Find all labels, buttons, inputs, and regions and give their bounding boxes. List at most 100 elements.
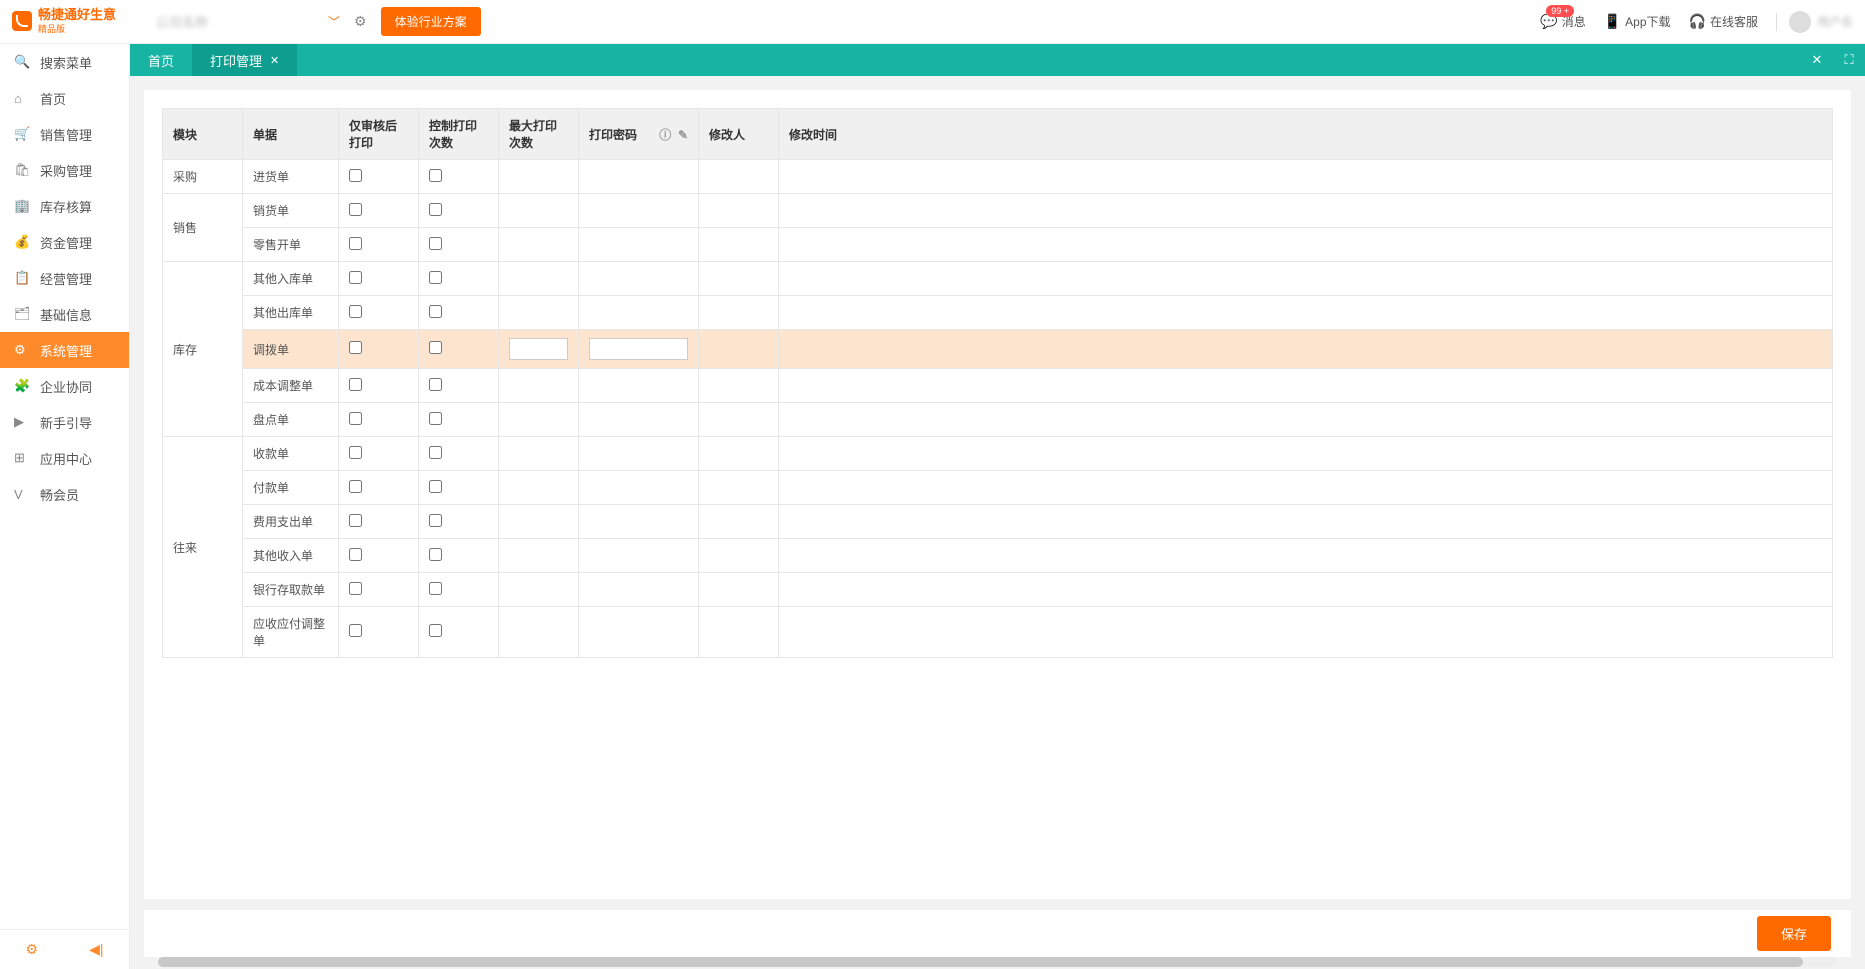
control-count-checkbox[interactable] [429,582,442,595]
avatar[interactable] [1789,11,1811,33]
audit-print-checkbox[interactable] [349,548,362,561]
control-count-checkbox[interactable] [429,624,442,637]
max-count-input[interactable] [509,338,568,360]
cell-password [579,160,699,194]
cell-control-count [419,330,499,369]
nav-collab[interactable]: 🧩 企业协同 [0,368,129,404]
cell-modify-time [779,160,1833,194]
audit-print-checkbox[interactable] [349,514,362,527]
nav-sales[interactable]: 🛒销售管理 [0,116,129,152]
nav-purchase-icon: 🛍 [14,162,30,178]
audit-print-checkbox[interactable] [349,412,362,425]
nav-baseinfo-icon: 🗂 [14,306,30,322]
audit-print-checkbox[interactable] [349,237,362,250]
cell-max-count [499,296,579,330]
print-settings-table: 模块 单据 仅审核后打印 控制打印次数 最大打印次数 打印密码 ⓘ ✎ [162,108,1833,658]
help-icon[interactable]: ⓘ [659,128,671,142]
app-header: 畅捷通好生意 精品版 公司名称 ﹀ ⚙ 体验行业方案 99 + 💬 消息 📱 A… [0,0,1865,44]
cell-doc: 付款单 [243,471,339,505]
control-count-checkbox[interactable] [429,514,442,527]
nav-sales-label: 销售管理 [40,125,92,144]
cell-doc: 进货单 [243,160,339,194]
cell-audit-print [339,228,419,262]
nav-vip-label: 畅会员 [40,485,79,504]
audit-print-checkbox[interactable] [349,341,362,354]
cell-doc: 零售开单 [243,228,339,262]
nav-baseinfo[interactable]: 🗂基础信息 [0,296,129,332]
collapse-icon[interactable]: ◀| [89,941,103,958]
audit-print-checkbox[interactable] [349,305,362,318]
gear-icon[interactable]: ⚙ [354,13,367,30]
control-count-checkbox[interactable] [429,271,442,284]
cell-modify-time [779,403,1833,437]
cell-max-count [499,539,579,573]
control-count-checkbox[interactable] [429,305,442,318]
cell-max-count [499,403,579,437]
phone-icon: 📱 [1604,13,1621,30]
control-count-checkbox[interactable] [429,169,442,182]
audit-print-checkbox[interactable] [349,480,362,493]
cell-doc: 销货单 [243,194,339,228]
settings-icon[interactable]: ⚙ [26,941,39,958]
cell-max-count [499,573,579,607]
save-button[interactable]: 保存 [1757,916,1831,951]
nav-home[interactable]: ⌂首页 [0,80,129,116]
nav-collab-icon: 🧩 [14,378,30,394]
audit-print-checkbox[interactable] [349,203,362,216]
nav-apps-icon: ⊞ [14,450,30,466]
nav-guide[interactable]: ▶新手引导 [0,404,129,440]
edit-icon[interactable]: ✎ [678,128,688,142]
audit-print-checkbox[interactable] [349,271,362,284]
audit-print-checkbox[interactable] [349,446,362,459]
nav-collab-label: 企业协同 [40,377,92,396]
fullscreen-icon[interactable]: ⛶ [1833,44,1865,76]
cell-password [579,505,699,539]
audit-print-checkbox[interactable] [349,582,362,595]
cell-audit-print [339,160,419,194]
cell-modifier [699,160,779,194]
nav-inventory-label: 库存核算 [40,197,92,216]
control-count-checkbox[interactable] [429,412,442,425]
company-selector-label[interactable]: 公司名称 [156,12,208,31]
control-count-checkbox[interactable] [429,237,442,250]
control-count-checkbox[interactable] [429,378,442,391]
headset-icon: 🎧 [1689,13,1706,30]
cell-module: 采购 [163,160,243,194]
nav-system[interactable]: ⚙系统管理 [0,332,129,368]
cell-control-count [419,437,499,471]
header-app-download[interactable]: 📱 App下载 [1604,13,1671,30]
header-messages[interactable]: 99 + 💬 消息 [1540,13,1585,30]
nav-business[interactable]: 📋经营管理 [0,260,129,296]
tab-close-icon[interactable]: ✕ [270,54,279,67]
header-support[interactable]: 🎧 在线客服 [1689,13,1758,30]
nav-vip[interactable]: V畅会员 [0,476,129,512]
industry-solution-button[interactable]: 体验行业方案 [381,7,481,36]
control-count-checkbox[interactable] [429,548,442,561]
cell-doc: 调拨单 [243,330,339,369]
nav-search[interactable]: 🔍搜索菜单 [0,44,129,80]
audit-print-checkbox[interactable] [349,378,362,391]
control-count-checkbox[interactable] [429,341,442,354]
tab-打印管理[interactable]: 打印管理✕ [192,44,297,76]
password-input[interactable] [589,338,688,360]
chevron-down-icon[interactable]: ﹀ [328,13,340,30]
th-modify-time: 修改时间 [779,109,1833,160]
cell-control-count [419,160,499,194]
nav-inventory[interactable]: 🏢库存核算 [0,188,129,224]
audit-print-checkbox[interactable] [349,169,362,182]
cell-control-count [419,539,499,573]
horizontal-scrollbar[interactable] [158,957,1837,967]
nav-apps[interactable]: ⊞应用中心 [0,440,129,476]
control-count-checkbox[interactable] [429,446,442,459]
tab-close-all-icon[interactable]: ✕ [1801,44,1833,76]
cell-modify-time [779,296,1833,330]
username-label[interactable]: 用户名 [1817,13,1853,30]
control-count-checkbox[interactable] [429,203,442,216]
tab-首页[interactable]: 首页 [130,44,192,76]
nav-purchase[interactable]: 🛍采购管理 [0,152,129,188]
cell-password [579,573,699,607]
audit-print-checkbox[interactable] [349,624,362,637]
nav-finance[interactable]: 💰资金管理 [0,224,129,260]
control-count-checkbox[interactable] [429,480,442,493]
cell-doc: 应收应付调整单 [243,607,339,658]
